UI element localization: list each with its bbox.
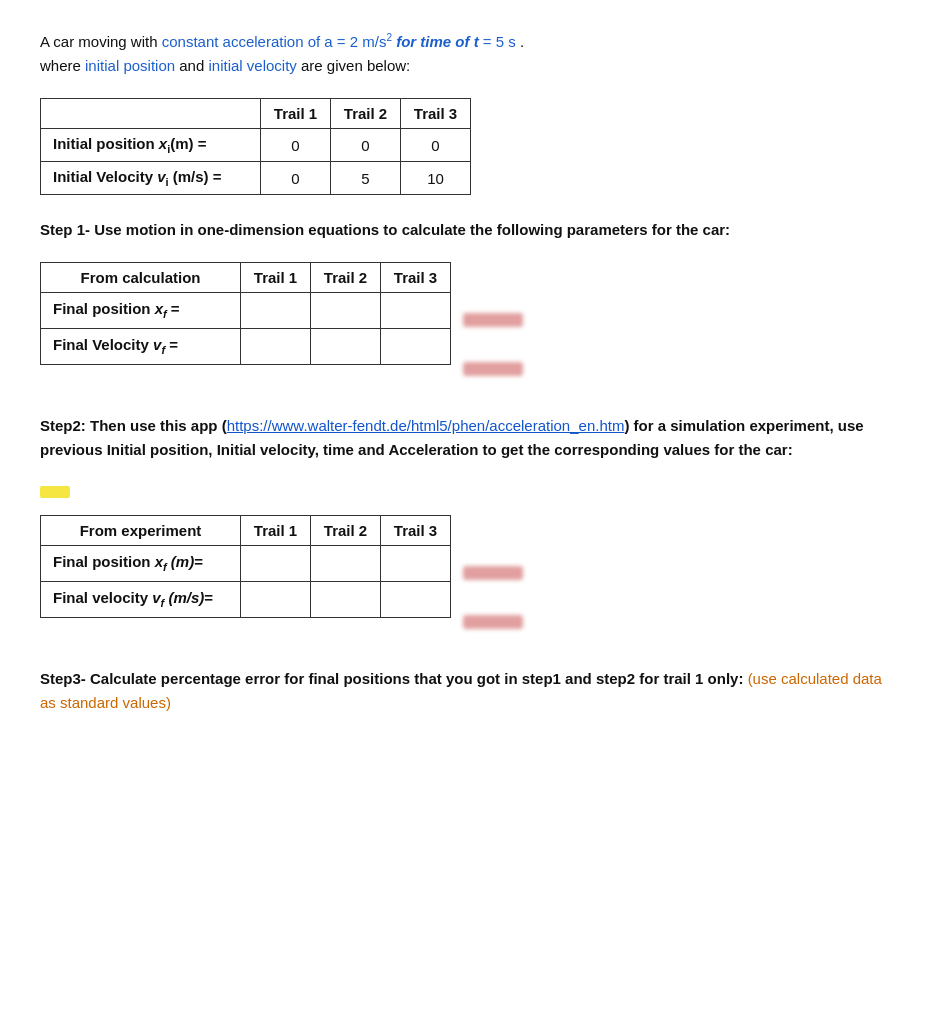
redact-mark-3: [463, 566, 523, 580]
step1-heading: Step 1- Use motion in one-dimension equa…: [40, 219, 896, 242]
table1-header-trail2: Trail 2: [331, 99, 401, 129]
row2-trail3: 10: [401, 162, 471, 195]
row1-label: Initial position xi(m) =: [41, 129, 261, 162]
redact-mark-2: [463, 362, 523, 376]
yellow-highlight-mark: [40, 486, 70, 498]
row1-trail3: 0: [401, 129, 471, 162]
row1-trail2: 0: [331, 129, 401, 162]
row2-trail2: 5: [331, 162, 401, 195]
intro-initial-velocity: initial velocity: [208, 57, 296, 74]
table1-header-trail1: Trail 1: [261, 99, 331, 129]
exp-row2-label: Final velocity vf (m/s)=: [41, 581, 241, 617]
redact-mark-1: [463, 313, 523, 327]
step2-close-paren: ): [624, 417, 629, 434]
calc-row1-trail2: [311, 292, 381, 328]
calc-row1-trail1: [241, 292, 311, 328]
table2-container: From calculation Trail 1 Trail 2 Trail 3…: [40, 262, 896, 390]
table-row: Initial Velocity vi (m/s) = 0 5 10: [41, 162, 471, 195]
calc-row1-trail3: [381, 292, 451, 328]
given-values-table: Trail 1 Trail 2 Trail 3 Initial position…: [40, 98, 471, 195]
table2-header-label: From calculation: [41, 262, 241, 292]
intro-line2: where initial position and initial veloc…: [40, 57, 410, 74]
table3-header-label: From experiment: [41, 515, 241, 545]
yellow-mark-container: [40, 482, 896, 499]
exp-row2-trail2: [311, 581, 381, 617]
table-row: Final Velocity vf =: [41, 328, 451, 364]
exp-row1-trail2: [311, 545, 381, 581]
calc-row1-label: Final position xf =: [41, 292, 241, 328]
table3-header-trail2: Trail 2: [311, 515, 381, 545]
table2-header-trail1: Trail 1: [241, 262, 311, 292]
row2-label: Initial Velocity vi (m/s) =: [41, 162, 261, 195]
redaction-marks-1: [459, 300, 523, 390]
step3-bold: Step3- Calculate percentage error for fi…: [40, 670, 748, 687]
exp-row1-trail3: [381, 545, 451, 581]
calculation-table: From calculation Trail 1 Trail 2 Trail 3…: [40, 262, 451, 365]
row2-trail1: 0: [261, 162, 331, 195]
redaction-marks-2: [459, 553, 523, 643]
exp-row2-trail3: [381, 581, 451, 617]
row1-trail1: 0: [261, 129, 331, 162]
exp-row1-trail1: [241, 545, 311, 581]
step3-text: Step3- Calculate percentage error for fi…: [40, 667, 896, 715]
table3-container: From experiment Trail 1 Trail 2 Trail 3 …: [40, 515, 896, 643]
intro-paragraph: A car moving with constant acceleration …: [40, 30, 896, 78]
table3-header-trail1: Trail 1: [241, 515, 311, 545]
exp-row1-label: Final position xf (m)=: [41, 545, 241, 581]
step2-text: Step2: Then use this app (https://www.wa…: [40, 414, 896, 462]
table2-header-trail2: Trail 2: [311, 262, 381, 292]
redact-mark-4: [463, 615, 523, 629]
table-row: Final position xf =: [41, 292, 451, 328]
step2-link[interactable]: https://www.walter-fendt.de/html5/phen/a…: [227, 417, 625, 434]
table-row: Initial position xi(m) = 0 0 0: [41, 129, 471, 162]
calc-row2-label: Final Velocity vf =: [41, 328, 241, 364]
table-row: Final velocity vf (m/s)=: [41, 581, 451, 617]
table2-header-trail3: Trail 3: [381, 262, 451, 292]
table3-header-trail3: Trail 3: [381, 515, 451, 545]
experiment-table: From experiment Trail 1 Trail 2 Trail 3 …: [40, 515, 451, 618]
table-row: Final position xf (m)=: [41, 545, 451, 581]
calc-row2-trail1: [241, 328, 311, 364]
exp-row2-trail1: [241, 581, 311, 617]
intro-line1: A car moving with constant acceleration …: [40, 33, 524, 50]
calc-row2-trail2: [311, 328, 381, 364]
intro-initial-position: initial position: [85, 57, 175, 74]
table1-header-trail3: Trail 3: [401, 99, 471, 129]
calc-row2-trail3: [381, 328, 451, 364]
intro-acceleration: constant acceleration of a = 2 m/s2 for …: [162, 33, 516, 50]
step2-label: Step2: Then use this app (: [40, 417, 227, 434]
table1-header-label: [41, 99, 261, 129]
